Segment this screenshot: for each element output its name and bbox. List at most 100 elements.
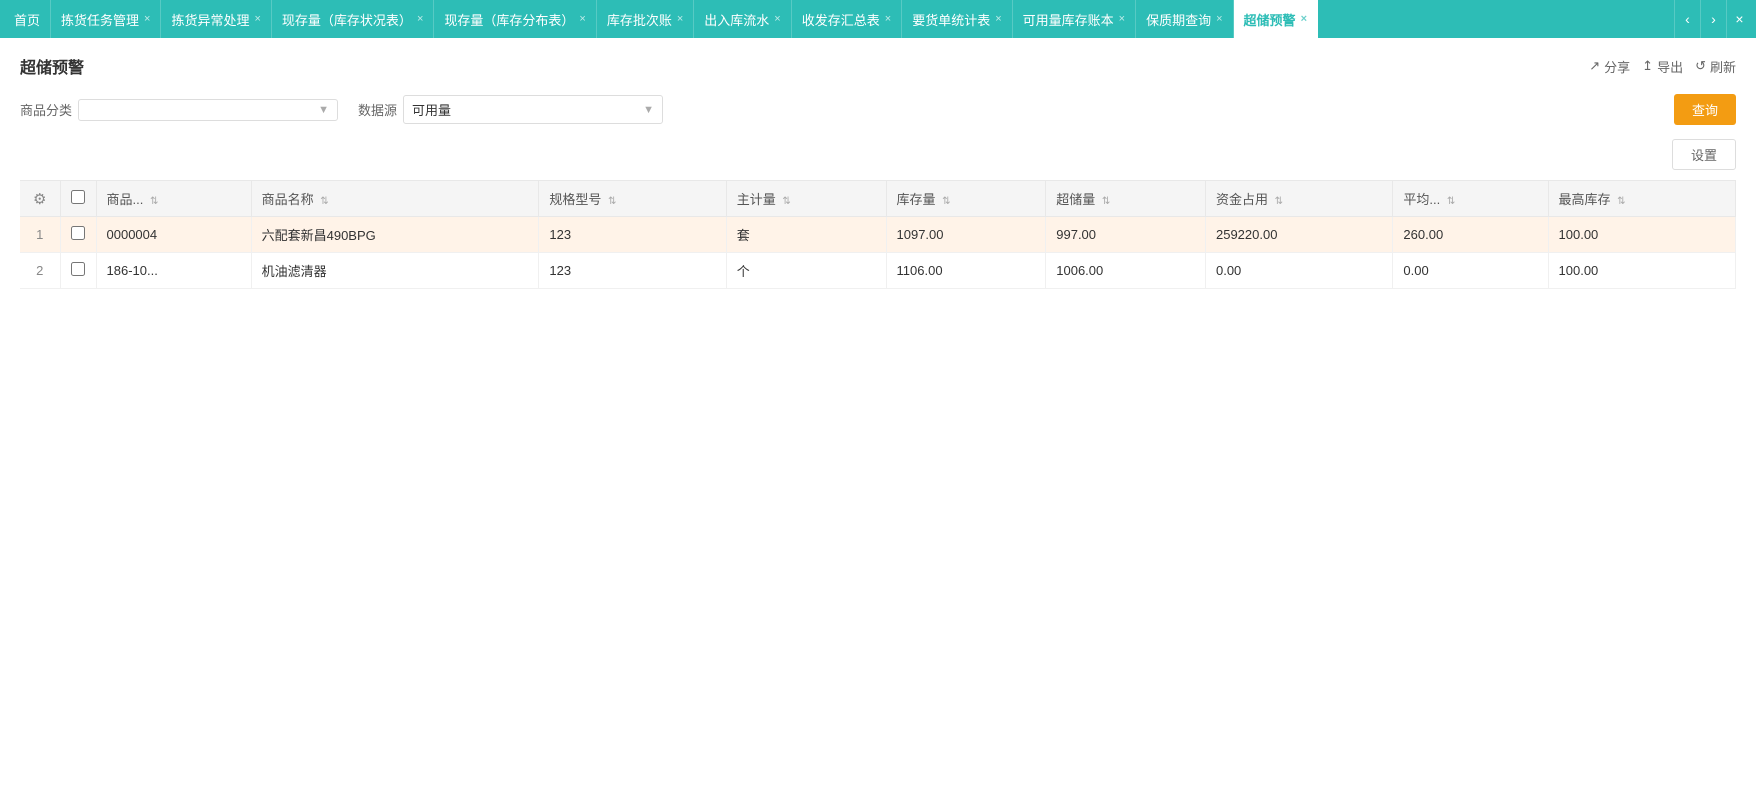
chevron-down-icon: ▼	[318, 104, 329, 116]
close-icon[interactable]: ×	[1119, 13, 1125, 25]
row-over-stock: 1006.00	[1046, 253, 1206, 289]
chevron-down-icon: ▼	[643, 104, 654, 116]
sort-icon[interactable]: ⇅	[1447, 196, 1455, 207]
select-all-checkbox[interactable]	[71, 190, 85, 204]
row-spec: 123	[539, 217, 726, 253]
row-index: 1	[20, 217, 60, 253]
sort-icon[interactable]: ⇅	[1617, 196, 1625, 207]
nav-tab-inout-flow[interactable]: 出入库流水 ×	[694, 0, 791, 38]
gear-icon[interactable]: ⚙	[33, 191, 46, 208]
nav-tab-requisition[interactable]: 要货单统计表 ×	[902, 0, 1012, 38]
close-icon[interactable]: ×	[144, 13, 150, 25]
datasource-filter: 数据源 可用量 ▼	[358, 95, 663, 124]
row-checkbox-cell	[60, 253, 96, 289]
close-icon[interactable]: ×	[579, 13, 585, 25]
row-product-code: 186-10...	[96, 253, 251, 289]
row-product-name: 六配套新昌490BPG	[251, 217, 539, 253]
col-product-code: 商品... ⇅	[96, 181, 251, 217]
main-content: 超储预警 ↗ 分享 ↥ 导出 ↺ 刷新 商品分类 ▼ 数据源	[0, 38, 1756, 800]
category-filter: 商品分类 ▼	[20, 99, 338, 121]
close-icon[interactable]: ×	[885, 13, 891, 25]
col-max-stock-label: 最高库存	[1559, 192, 1611, 207]
share-button[interactable]: ↗ 分享	[1589, 57, 1630, 76]
datasource-select-value: 可用量	[412, 100, 451, 119]
close-icon[interactable]: ×	[677, 13, 683, 25]
category-select[interactable]: ▼	[78, 99, 338, 121]
close-icon[interactable]: ×	[1301, 13, 1307, 25]
refresh-button[interactable]: ↺ 刷新	[1695, 57, 1736, 76]
sort-icon[interactable]: ⇅	[1275, 196, 1283, 207]
col-spec: 规格型号 ⇅	[539, 181, 726, 217]
col-stock: 库存量 ⇅	[886, 181, 1046, 217]
nav-tab-usable-stock[interactable]: 可用量库存账本 ×	[1013, 0, 1136, 38]
nav-tab-task-mgmt[interactable]: 拣货任务管理 ×	[51, 0, 161, 38]
row-spec: 123	[539, 253, 726, 289]
row-max-stock: 100.00	[1548, 253, 1735, 289]
sort-icon[interactable]: ⇅	[942, 196, 950, 207]
table-row: 2 186-10... 机油滤清器 123 个 1106.00 1006.00 …	[20, 253, 1736, 289]
col-capital: 资金占用 ⇅	[1205, 181, 1392, 217]
page-header: 超储预警 ↗ 分享 ↥ 导出 ↺ 刷新	[20, 54, 1736, 78]
row-unit: 个	[726, 253, 886, 289]
col-overstock-label: 超储量	[1056, 192, 1095, 207]
col-max-stock: 最高库存 ⇅	[1548, 181, 1735, 217]
col-unit-label: 主计量	[737, 192, 776, 207]
sort-icon[interactable]: ⇅	[782, 196, 790, 207]
row-checkbox[interactable]	[71, 226, 85, 240]
table-header-row: ⚙ 商品... ⇅ 商品名称 ⇅ 规格型号 ⇅ 主计量	[20, 181, 1736, 217]
settings-button[interactable]: 设置	[1672, 139, 1736, 170]
export-button[interactable]: ↥ 导出	[1642, 57, 1683, 76]
header-actions: ↗ 分享 ↥ 导出 ↺ 刷新	[1589, 57, 1736, 76]
close-icon[interactable]: ×	[774, 13, 780, 25]
row-checkbox[interactable]	[71, 262, 85, 276]
col-capital-label: 资金占用	[1216, 192, 1268, 207]
row-stock: 1097.00	[886, 217, 1046, 253]
sort-icon[interactable]: ⇅	[150, 196, 158, 207]
close-icon[interactable]: ×	[1216, 13, 1222, 25]
close-icon[interactable]: ×	[995, 13, 1001, 25]
filter-actions: 查询	[1674, 94, 1736, 125]
row-unit: 套	[726, 217, 886, 253]
datasource-label: 数据源	[358, 100, 397, 119]
data-table: ⚙ 商品... ⇅ 商品名称 ⇅ 规格型号 ⇅ 主计量	[20, 180, 1736, 289]
col-stock-label: 库存量	[897, 192, 936, 207]
row-product-code: 0000004	[96, 217, 251, 253]
row-capital: 0.00	[1205, 253, 1392, 289]
col-product-name: 商品名称 ⇅	[251, 181, 539, 217]
col-product-code-label: 商品...	[107, 192, 144, 207]
col-unit: 主计量 ⇅	[726, 181, 886, 217]
sort-icon[interactable]: ⇅	[1102, 196, 1110, 207]
row-avg: 260.00	[1393, 217, 1548, 253]
col-overstock: 超储量 ⇅	[1046, 181, 1206, 217]
col-product-name-label: 商品名称	[262, 192, 314, 207]
row-index: 2	[20, 253, 60, 289]
col-avg: 平均... ⇅	[1393, 181, 1548, 217]
row-capital: 259220.00	[1205, 217, 1392, 253]
nav-tab-stock-status[interactable]: 现存量（库存状况表） ×	[272, 0, 434, 38]
col-settings: ⚙	[20, 181, 60, 217]
nav-prev-button[interactable]: ‹	[1674, 0, 1700, 38]
col-spec-label: 规格型号	[549, 192, 601, 207]
nav-tab-home[interactable]: 首页	[4, 0, 51, 38]
row-max-stock: 100.00	[1548, 217, 1735, 253]
row-stock: 1106.00	[886, 253, 1046, 289]
nav-tab-exception[interactable]: 拣货异常处理 ×	[161, 0, 271, 38]
export-icon: ↥	[1642, 58, 1653, 74]
query-button[interactable]: 查询	[1674, 94, 1736, 125]
nav-tab-summary[interactable]: 收发存汇总表 ×	[792, 0, 902, 38]
nav-tab-overstock[interactable]: 超储预警 ×	[1234, 0, 1318, 38]
nav-next-button[interactable]: ›	[1700, 0, 1726, 38]
nav-close-all-button[interactable]: ×	[1726, 0, 1752, 38]
sort-icon[interactable]: ⇅	[320, 196, 328, 207]
close-icon[interactable]: ×	[254, 13, 260, 25]
row-avg: 0.00	[1393, 253, 1548, 289]
nav-tab-shelf-life[interactable]: 保质期查询 ×	[1136, 0, 1233, 38]
datasource-select[interactable]: 可用量 ▼	[403, 95, 663, 124]
sort-icon[interactable]: ⇅	[608, 196, 616, 207]
close-icon[interactable]: ×	[417, 13, 423, 25]
nav-tab-stock-dist[interactable]: 现存量（库存分布表） ×	[434, 0, 596, 38]
filter-row: 商品分类 ▼ 数据源 可用量 ▼ 查询	[20, 94, 1736, 125]
nav-arrows: ‹ › ×	[1674, 0, 1752, 38]
nav-tab-batch[interactable]: 库存批次账 ×	[597, 0, 694, 38]
category-label: 商品分类	[20, 100, 72, 119]
